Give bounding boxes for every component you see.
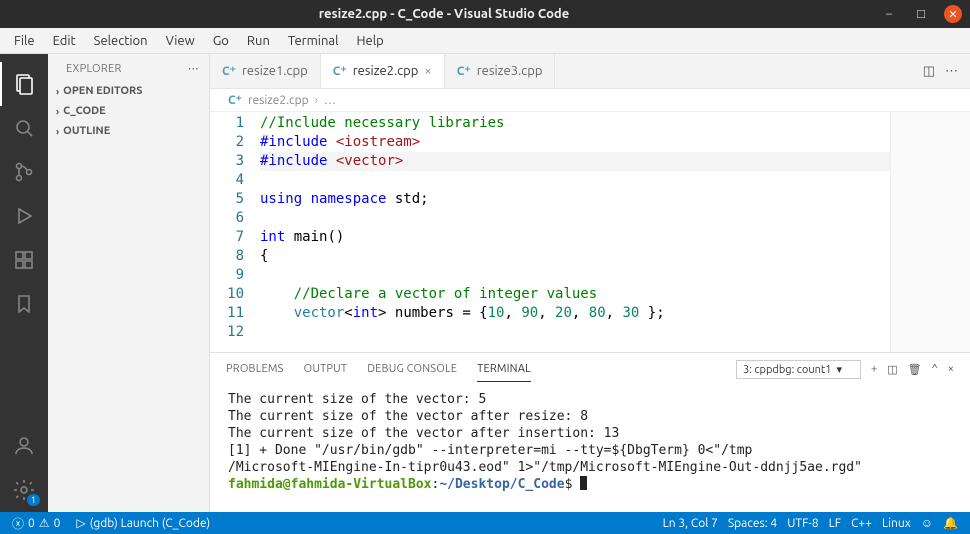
chevron-right-icon: › <box>56 106 59 117</box>
close-button[interactable]: ✕ <box>944 5 962 23</box>
cpp-file-icon: C⁺ <box>457 64 471 78</box>
cpp-file-icon: C⁺ <box>333 64 347 78</box>
menu-view[interactable]: View <box>158 31 203 51</box>
statusbar: ⓧ0 ⚠0 ▷ (gdb) Launch (C_Code) Ln 3, Col … <box>0 512 970 534</box>
panel-tabs: PROBLEMS OUTPUT DEBUG CONSOLE TERMINAL 3: cp… <box>210 353 970 385</box>
menu-go[interactable]: Go <box>205 31 237 51</box>
menu-run[interactable]: Run <box>239 31 278 51</box>
bell-icon[interactable]: 🔔 <box>939 516 962 530</box>
split-terminal-icon[interactable]: ◫ <box>887 363 897 376</box>
editor-tab[interactable]: C⁺resize2.cpp× <box>321 54 445 88</box>
terminal[interactable]: The current size of the vector: 5The cur… <box>210 385 970 512</box>
window-title: resize2.cpp - C_Code - Visual Studio Cod… <box>8 7 880 21</box>
status-item[interactable]: UTF-8 <box>783 516 822 530</box>
panel-tab-terminal[interactable]: TERMINAL <box>477 357 531 382</box>
feedback-icon[interactable]: ☺ <box>917 516 937 530</box>
status-item[interactable]: Linux <box>878 516 915 530</box>
warning-icon: ⚠ <box>39 516 50 530</box>
editor-tab[interactable]: C⁺resize3.cpp <box>445 54 556 88</box>
more-icon[interactable]: ⋯ <box>945 64 958 79</box>
editor-tabs: C⁺resize1.cppC⁺resize2.cpp×C⁺resize3.cpp… <box>210 54 970 89</box>
breadcrumb-more: … <box>324 94 336 107</box>
new-terminal-icon[interactable]: + <box>871 363 877 375</box>
sidebar-section-outline[interactable]: ›OUTLINE <box>48 121 209 141</box>
explorer-icon[interactable] <box>0 62 48 106</box>
status-item[interactable]: Ln 3, Col 7 <box>659 516 722 530</box>
menu-selection[interactable]: Selection <box>86 31 156 51</box>
menubar: FileEditSelectionViewGoRunTerminalHelp <box>0 28 970 54</box>
sidebar-title: EXPLORER <box>66 63 188 75</box>
sidebar-explorer: EXPLORER ⋯ ›OPEN EDITORS›C_CODE›OUTLINE <box>48 54 210 512</box>
panel-tab-debug-console[interactable]: DEBUG CONSOLE <box>367 357 457 381</box>
terminal-selector[interactable]: 3: cppdbg: count1 ▾ <box>736 360 861 379</box>
extensions-icon[interactable] <box>0 238 48 282</box>
debug-icon: ▷ <box>76 516 85 530</box>
code-content[interactable]: //Include necessary libraries#include <i… <box>260 112 890 352</box>
line-gutter: 123456789101112 <box>210 112 260 352</box>
search-icon[interactable] <box>0 106 48 150</box>
status-item[interactable]: C++ <box>847 516 876 530</box>
sidebar-section-c_code[interactable]: ›C_CODE <box>48 101 209 121</box>
status-item[interactable]: Spaces: 4 <box>724 516 781 530</box>
cpp-file-icon: C⁺ <box>222 64 236 78</box>
bottom-panel: PROBLEMS OUTPUT DEBUG CONSOLE TERMINAL 3: cp… <box>210 352 970 512</box>
source-control-icon[interactable] <box>0 150 48 194</box>
minimize-button[interactable]: ‒ <box>880 5 898 23</box>
chevron-up-icon[interactable]: ^ <box>932 363 938 375</box>
breadcrumb-file: resize2.cpp <box>248 94 309 107</box>
settings-icon[interactable]: 1 <box>0 468 48 512</box>
chevron-right-icon: › <box>56 86 59 97</box>
close-panel-icon[interactable]: × <box>948 363 954 375</box>
status-item[interactable]: LF <box>825 516 845 530</box>
sidebar-section-open-editors[interactable]: ›OPEN EDITORS <box>48 81 209 101</box>
maximize-button[interactable]: ☐ <box>912 5 930 23</box>
menu-edit[interactable]: Edit <box>45 31 84 51</box>
sidebar-more-icon[interactable]: ⋯ <box>188 62 199 75</box>
split-editor-icon[interactable]: ◫ <box>923 64 935 79</box>
bookmark-icon[interactable] <box>0 282 48 326</box>
cpp-file-icon: C⁺ <box>228 93 242 107</box>
settings-badge: 1 <box>27 494 40 506</box>
panel-tab-output[interactable]: OUTPUT <box>304 357 348 381</box>
menu-help[interactable]: Help <box>348 31 391 51</box>
kill-terminal-icon[interactable]: 🗑 <box>908 363 922 376</box>
window-titlebar: resize2.cpp - C_Code - Visual Studio Cod… <box>0 0 970 28</box>
activity-bar: 1 <box>0 54 48 512</box>
run-debug-icon[interactable] <box>0 194 48 238</box>
status-debug-target[interactable]: ▷ (gdb) Launch (C_Code) <box>72 516 214 530</box>
error-icon: ⓧ <box>12 515 24 532</box>
panel-tab-problems[interactable]: PROBLEMS <box>226 357 284 381</box>
status-errors[interactable]: ⓧ0 ⚠0 <box>8 515 64 532</box>
minimap[interactable] <box>890 112 970 352</box>
menu-file[interactable]: File <box>6 31 43 51</box>
breadcrumb[interactable]: C⁺ resize2.cpp › … <box>210 89 970 112</box>
chevron-right-icon: › <box>315 94 318 107</box>
window-controls: ‒ ☐ ✕ <box>880 5 962 23</box>
menu-terminal[interactable]: Terminal <box>280 31 347 51</box>
code-editor[interactable]: 123456789101112 //Include necessary libr… <box>210 112 970 352</box>
editor-tab[interactable]: C⁺resize1.cpp <box>210 54 321 88</box>
close-icon[interactable]: × <box>424 64 431 78</box>
accounts-icon[interactable] <box>0 424 48 468</box>
chevron-right-icon: › <box>56 126 59 137</box>
